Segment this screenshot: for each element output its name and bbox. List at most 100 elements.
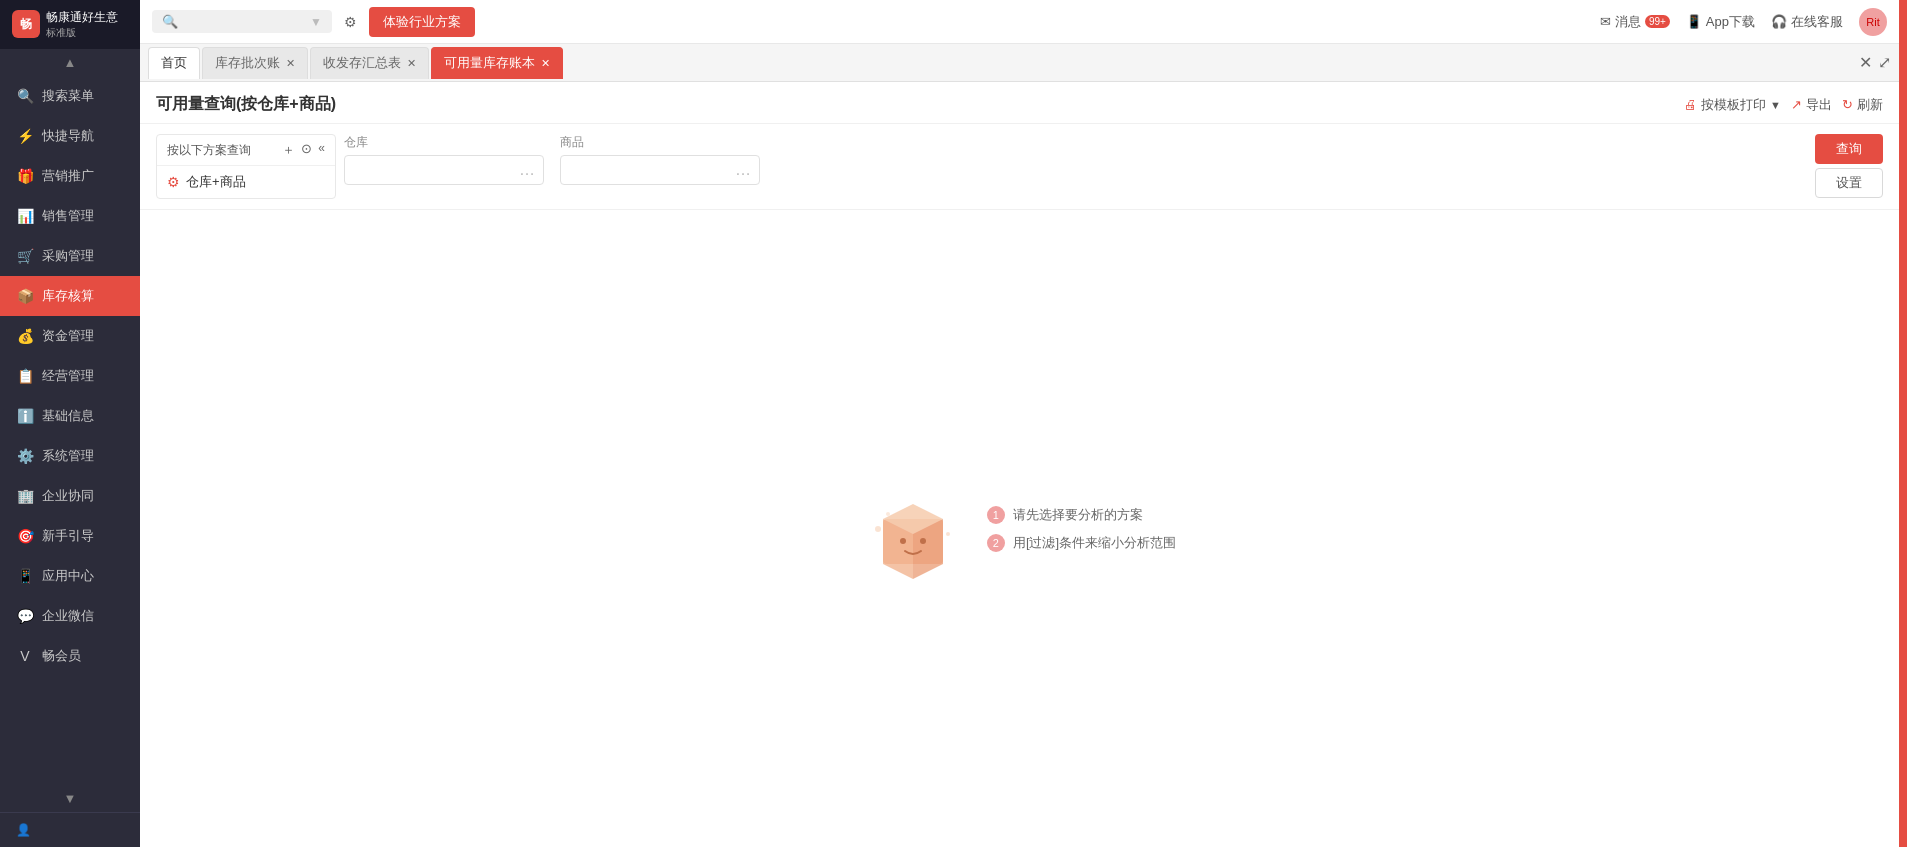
dropdown-arrow-print-icon[interactable]: ▼ (1770, 99, 1781, 111)
sidebar-item-purchase[interactable]: 🛒 采购管理 (0, 236, 140, 276)
empty-hint-1: 1 请先选择要分析的方案 (987, 506, 1176, 524)
app-download-btn[interactable]: 📱 App下载 (1686, 13, 1755, 31)
sidebar-item-search[interactable]: 🔍 搜索菜单 (0, 76, 140, 116)
trial-btn[interactable]: 体验行业方案 (369, 7, 475, 37)
header-gear-icon[interactable]: ⚙ (340, 10, 361, 34)
app-title: 畅康通好生意 标准版 (46, 10, 118, 39)
sidebar-scroll-down[interactable]: ▼ (0, 785, 140, 812)
settings-scheme-icon[interactable]: ⊙ (301, 141, 312, 159)
sidebar-item-marketing[interactable]: 🎁 营销推广 (0, 156, 140, 196)
dropdown-arrow-icon[interactable]: ▼ (310, 15, 322, 29)
tab-batch-account[interactable]: 库存批次账 ✕ (202, 47, 308, 79)
sidebar-bottom-user[interactable]: 👤 (0, 812, 140, 847)
export-icon: ↗ (1791, 97, 1802, 112)
scheme-item-warehouse-goods[interactable]: ⚙ 仓库+商品 (157, 166, 335, 198)
sidebar: 畅 畅康通好生意 标准版 ▲ 🔍 搜索菜单 ⚡ 快捷导航 🎁 营销推广 📊 销售… (0, 0, 140, 847)
sidebar-item-system[interactable]: ⚙️ 系统管理 (0, 436, 140, 476)
sidebar-item-inventory[interactable]: 📦 库存核算 (0, 276, 140, 316)
top-header: 🔍 ▼ ⚙ 体验行业方案 ✉ 消息 99+ 📱 App下载 🎧 在线客服 Rit (140, 0, 1899, 44)
sidebar-nav: 🔍 搜索菜单 ⚡ 快捷导航 🎁 营销推广 📊 销售管理 🛒 采购管理 📦 库存核… (0, 76, 140, 785)
cart-icon: 🛒 (16, 248, 34, 264)
main-area: 🔍 ▼ ⚙ 体验行业方案 ✉ 消息 99+ 📱 App下载 🎧 在线客服 Rit (140, 0, 1899, 847)
wechat-icon: 💬 (16, 608, 34, 624)
sidebar-item-basic-info[interactable]: ℹ️ 基础信息 (0, 396, 140, 436)
svg-point-5 (920, 538, 926, 544)
scheme-item-icon: ⚙ (167, 174, 180, 190)
add-scheme-icon[interactable]: ＋ (282, 141, 295, 159)
building-icon: 🏢 (16, 488, 34, 504)
phone-icon: 📱 (1686, 14, 1702, 29)
sidebar-item-shortcut[interactable]: ⚡ 快捷导航 (0, 116, 140, 156)
warehouse-more-icon[interactable]: … (519, 161, 535, 179)
sidebar-item-vip[interactable]: V 畅会员 (0, 636, 140, 676)
page-title-actions: 🖨 按模板打印 ▼ ↗ 导出 ↻ 刷新 (1684, 96, 1883, 114)
scheme-header: 按以下方案查询 ＋ ⊙ « (157, 135, 335, 166)
vip-icon: V (16, 648, 34, 664)
empty-illustration (863, 479, 963, 579)
export-btn[interactable]: ↗ 导出 (1791, 96, 1832, 114)
empty-hints: 1 请先选择要分析的方案 2 用[过滤]条件来缩小分析范围 (987, 506, 1176, 552)
query-btn[interactable]: 查询 (1815, 134, 1883, 164)
search-icon: 🔍 (16, 88, 34, 104)
message-btn[interactable]: ✉ 消息 99+ (1600, 13, 1670, 31)
sidebar-item-finance[interactable]: 💰 资金管理 (0, 316, 140, 356)
filter-group-goods: 商品 … (560, 134, 760, 185)
sidebar-scroll-up[interactable]: ▲ (0, 49, 140, 76)
tab-window-expand-btn[interactable]: ⤢ (1878, 53, 1891, 72)
tab-close-batch-account[interactable]: ✕ (286, 57, 295, 70)
svg-point-4 (900, 538, 906, 544)
sidebar-item-enterprise-wechat[interactable]: 💬 企业微信 (0, 596, 140, 636)
chart-icon: 📊 (16, 208, 34, 224)
money-icon: 💰 (16, 328, 34, 344)
empty-state: 1 请先选择要分析的方案 2 用[过滤]条件来缩小分析范围 (140, 210, 1899, 847)
gift-icon: 🎁 (16, 168, 34, 184)
refresh-btn[interactable]: ↻ 刷新 (1842, 96, 1883, 114)
tab-window-close-btn[interactable]: ✕ (1859, 53, 1872, 72)
search-icon-header: 🔍 (162, 14, 178, 29)
tab-home[interactable]: 首页 (148, 47, 200, 79)
sidebar-item-newcomer[interactable]: 🎯 新手引导 (0, 516, 140, 556)
header-search-area[interactable]: 🔍 ▼ (152, 10, 332, 33)
hint-num-2: 2 (987, 534, 1005, 552)
setting-btn[interactable]: 设置 (1815, 168, 1883, 198)
sidebar-item-enterprise[interactable]: 🏢 企业协同 (0, 476, 140, 516)
filter-group-warehouse: 仓库 … (344, 134, 544, 185)
headset-icon: 🎧 (1771, 14, 1787, 29)
gear-icon: ⚙️ (16, 448, 34, 464)
tab-receive-summary[interactable]: 收发存汇总表 ✕ (310, 47, 429, 79)
mobile-icon: 📱 (16, 568, 34, 584)
tab-close-receive-summary[interactable]: ✕ (407, 57, 416, 70)
info-icon: ℹ️ (16, 408, 34, 424)
user-menu[interactable]: Rit (1859, 8, 1887, 36)
right-sidebar-accent (1899, 0, 1907, 847)
filter-actions: 查询 设置 (1815, 134, 1883, 198)
filter-label-warehouse: 仓库 (344, 134, 544, 151)
collapse-scheme-icon[interactable]: « (318, 141, 325, 159)
goods-more-icon[interactable]: … (735, 161, 751, 179)
tab-available-ledger[interactable]: 可用量库存账本 ✕ (431, 47, 563, 79)
print-template-btn[interactable]: 🖨 按模板打印 ▼ (1684, 96, 1781, 114)
scheme-header-actions: ＋ ⊙ « (282, 141, 325, 159)
tab-bar: 首页 库存批次账 ✕ 收发存汇总表 ✕ 可用量库存账本 ✕ ✕ ⤢ (140, 44, 1899, 82)
filter-area: 仓库 … 商品 … (344, 134, 1807, 185)
header-right: ✉ 消息 99+ 📱 App下载 🎧 在线客服 Rit (1600, 8, 1887, 36)
tab-close-available-ledger[interactable]: ✕ (541, 57, 550, 70)
filter-input-warehouse[interactable]: … (344, 155, 544, 185)
avatar: Rit (1859, 8, 1887, 36)
empty-hint-2: 2 用[过滤]条件来缩小分析范围 (987, 534, 1176, 552)
sidebar-item-app-center[interactable]: 📱 应用中心 (0, 556, 140, 596)
online-service-btn[interactable]: 🎧 在线客服 (1771, 13, 1843, 31)
page-content: 可用量查询(按仓库+商品) 🖨 按模板打印 ▼ ↗ 导出 ↻ 刷新 (140, 82, 1899, 847)
sidebar-header: 畅 畅康通好生意 标准版 (0, 0, 140, 49)
filter-input-goods[interactable]: … (560, 155, 760, 185)
header-search-input[interactable] (184, 15, 304, 29)
page-title-bar: 可用量查询(按仓库+商品) 🖨 按模板打印 ▼ ↗ 导出 ↻ 刷新 (140, 82, 1899, 124)
svg-point-7 (946, 532, 950, 536)
sidebar-item-sales[interactable]: 📊 销售管理 (0, 196, 140, 236)
hint-num-1: 1 (987, 506, 1005, 524)
tab-bar-actions: ✕ ⤢ (1859, 53, 1891, 72)
page-title: 可用量查询(按仓库+商品) (156, 94, 336, 115)
scheme-panel: 按以下方案查询 ＋ ⊙ « ⚙ 仓库+商品 (156, 134, 336, 199)
svg-point-6 (875, 526, 881, 532)
sidebar-item-operations[interactable]: 📋 经营管理 (0, 356, 140, 396)
